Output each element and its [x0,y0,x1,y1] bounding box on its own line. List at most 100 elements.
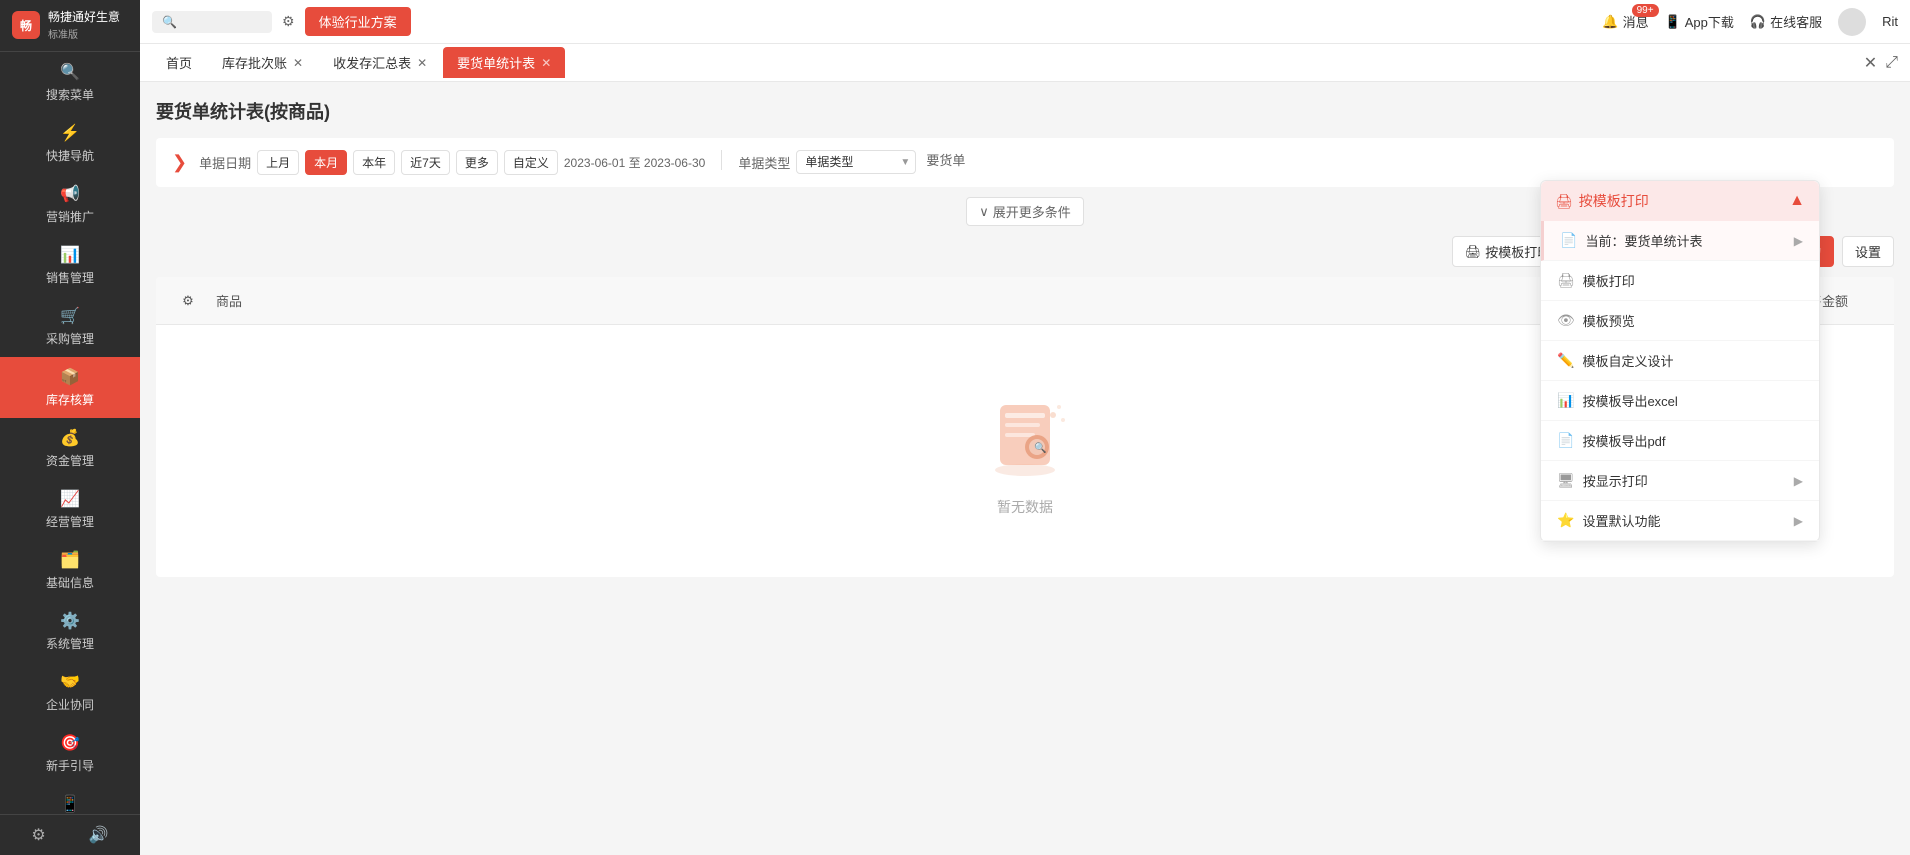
current-icon: 📄 [1560,232,1577,249]
sidebar-item-collab[interactable]: 🤝 企业协同 [0,662,140,723]
template-print-label: 模板打印 [1583,271,1635,290]
sidebar-label-finance: 资金管理 [46,452,94,469]
inventory-icon: 📦 [60,367,80,387]
print-dropdown-header: 🖨 按模板打印 ▲ [1541,181,1819,221]
app-download-button[interactable]: 📱 App下载 [1665,12,1734,31]
sound-icon[interactable]: 🔊 [89,825,109,845]
filter-collapse-icon[interactable]: ❯ [170,150,189,175]
headset-icon: 🎧 [1750,14,1766,30]
sidebar-item-basic[interactable]: 🗂️基础信息 [0,540,140,601]
sidebar-item-operation[interactable]: 📈 经营管理 [0,479,140,540]
th-settings: ⚙ [168,289,208,313]
date-label: 单据日期 [199,153,251,172]
operation-icon: 📈 [60,489,80,509]
sidebar-item-apps[interactable]: 📱应用中心 [0,784,140,814]
tab-close-order-stats[interactable]: ✕ [541,56,551,70]
print-item-template-print[interactable]: 🖨 模板打印 [1541,261,1819,301]
display-print-label: 按显示打印 [1583,471,1648,490]
sidebar-item-inventory[interactable]: 📦库存核算 [0,357,140,418]
date-filter-section: 单据日期 上月 本月 本年 近7天 更多 自定义 2023-06-01 至 20… [199,150,705,175]
template-custom-label: 模板自定义设计 [1582,351,1673,370]
sidebar-item-newbie[interactable]: 🎯新手引导 [0,723,140,784]
newbie-icon: 🎯 [60,733,80,753]
date-custom[interactable]: 自定义 [504,150,558,175]
template-custom-icon: ✏️ [1557,352,1574,369]
tab-close-receipt-summary[interactable]: ✕ [417,56,427,70]
sidebar-item-marketing[interactable]: 📢营销推广 [0,174,140,235]
print-item-template-pdf[interactable]: 📄 按模板导出pdf [1541,421,1819,461]
date-year[interactable]: 本年 [353,150,395,175]
service-button[interactable]: 🎧 在线客服 [1750,12,1822,31]
avatar[interactable] [1838,8,1866,36]
sidebar-label-basic: 基础信息 [46,574,94,591]
date-prev-month[interactable]: 上月 [257,150,299,175]
print-dropdown-title: 🖨 按模板打印 [1555,191,1649,211]
bell-icon: 🔔 [1602,14,1618,30]
settings-icon[interactable]: ⚙ [31,825,45,845]
logo-text: 畅捷通好生意 [48,10,120,26]
print-item-display-print[interactable]: 🖥按显示打印▶ [1541,461,1819,501]
settings-table-button[interactable]: 设置 [1842,236,1894,267]
sidebar-label-collab: 企业协同 [46,696,94,713]
tab-label-receipt-summary: 收发存汇总表 [333,53,411,72]
print-item-template-excel[interactable]: 📊按模板导出excel [1541,381,1819,421]
template-pdf-label: 按模板导出pdf [1582,431,1665,450]
sidebar-label-system: 系统管理 [46,635,94,652]
username-label[interactable]: Rit [1882,14,1898,29]
print-item-default-func[interactable]: ⭐设置默认功能▶ [1541,501,1819,541]
sidebar-item-purchase[interactable]: 🛒 采购管理 [0,296,140,357]
close-window-icon[interactable]: ✕ [1864,53,1877,73]
sidebar-label-search: 搜索菜单 [46,86,94,103]
order-filter-section: 要货单 [926,150,965,169]
filter-divider [721,150,722,170]
notice-button[interactable]: 🔔 消息 99+ [1602,12,1648,31]
purchase-icon: 🛒 [60,306,80,326]
default-func-label: 设置默认功能 [1582,511,1660,530]
tab-receipt-summary[interactable]: 收发存汇总表 ✕ [319,47,441,78]
sidebar-item-search[interactable]: 🔍 搜索菜单 [0,52,140,113]
type-select[interactable]: 单据类型 [796,150,916,174]
page-content: 要货单统计表(按商品) ❯ 单据日期 上月 本月 本年 近7天 更多 自定义 2… [140,82,1910,855]
svg-text:🔍: 🔍 [1034,441,1046,454]
mobile-icon: 📱 [1665,14,1681,30]
print-item-template-custom[interactable]: ✏️ 模板自定义设计 [1541,341,1819,381]
expand-more-button[interactable]: ∨ 展开更多条件 [966,197,1084,226]
type-select-wrapper: 单据类型 ▼ [796,150,916,174]
collab-icon: 🤝 [60,672,80,692]
print-dropdown-close-icon[interactable]: ▲ [1789,192,1805,210]
topbar-gear-icon[interactable]: ⚙ [282,13,295,30]
topbar-search[interactable]: 🔍 [152,11,272,33]
trial-button[interactable]: 体验行业方案 [305,7,411,36]
date-current-month[interactable]: 本月 [305,150,347,175]
current-template-item[interactable]: 📄 当前：要货单统计表 ▶ [1541,221,1819,261]
system-icon: ⚙️ [60,611,80,631]
sidebar-item-quicknav[interactable]: ⚡快捷导航 [0,113,140,174]
sidebar-menu: 🔍 搜索菜单 ⚡快捷导航📢营销推广📊销售管理 🛒 采购管理 📦库存核算💰资金管理 📈 经营管理… [0,52,140,814]
display-print-icon: 🖥 [1557,472,1575,489]
search-icon: 🔍 [60,62,80,82]
tab-close-inventory-batch[interactable]: ✕ [293,56,303,70]
tab-order-stats[interactable]: 要货单统计表✕ [443,47,565,78]
tab-home[interactable]: 首页 [152,47,206,78]
logo-sub: 标准版 [48,26,120,41]
print-item-template-preview[interactable]: 👁模板预览 [1541,301,1819,341]
sidebar-label-operation: 经营管理 [46,513,94,530]
sidebar-item-system[interactable]: ⚙️ 系统管理 [0,601,140,662]
date-more[interactable]: 更多 [456,150,498,175]
sidebar-item-finance[interactable]: 💰资金管理 [0,418,140,479]
tabs-right: ✕ ⤢ [1864,53,1898,73]
sidebar-label-purchase: 采购管理 [46,330,94,347]
expand-label: 展开更多条件 [993,202,1071,221]
maximize-window-icon[interactable]: ⤢ [1885,54,1898,72]
date-7days[interactable]: 近7天 [401,150,450,175]
tab-inventory-batch[interactable]: 库存批次账✕ [208,47,317,78]
default-func-icon: ⭐ [1557,512,1574,529]
order-label: 要货单 [926,150,965,169]
sidebar-item-sales[interactable]: 📊销售管理 [0,235,140,296]
print-title-text: 按模板打印 [1579,191,1649,211]
template-print-icon: 🖨 [1557,272,1575,289]
template-pdf-icon: 📄 [1557,432,1574,449]
th-product: 商品 [208,287,1562,314]
type-filter-section: 单据类型 单据类型 ▼ [738,150,916,174]
main-area: 🔍 ⚙ 体验行业方案 🔔 消息 99+ 📱 App下载 🎧 在线客服 Rit 首… [140,0,1910,855]
